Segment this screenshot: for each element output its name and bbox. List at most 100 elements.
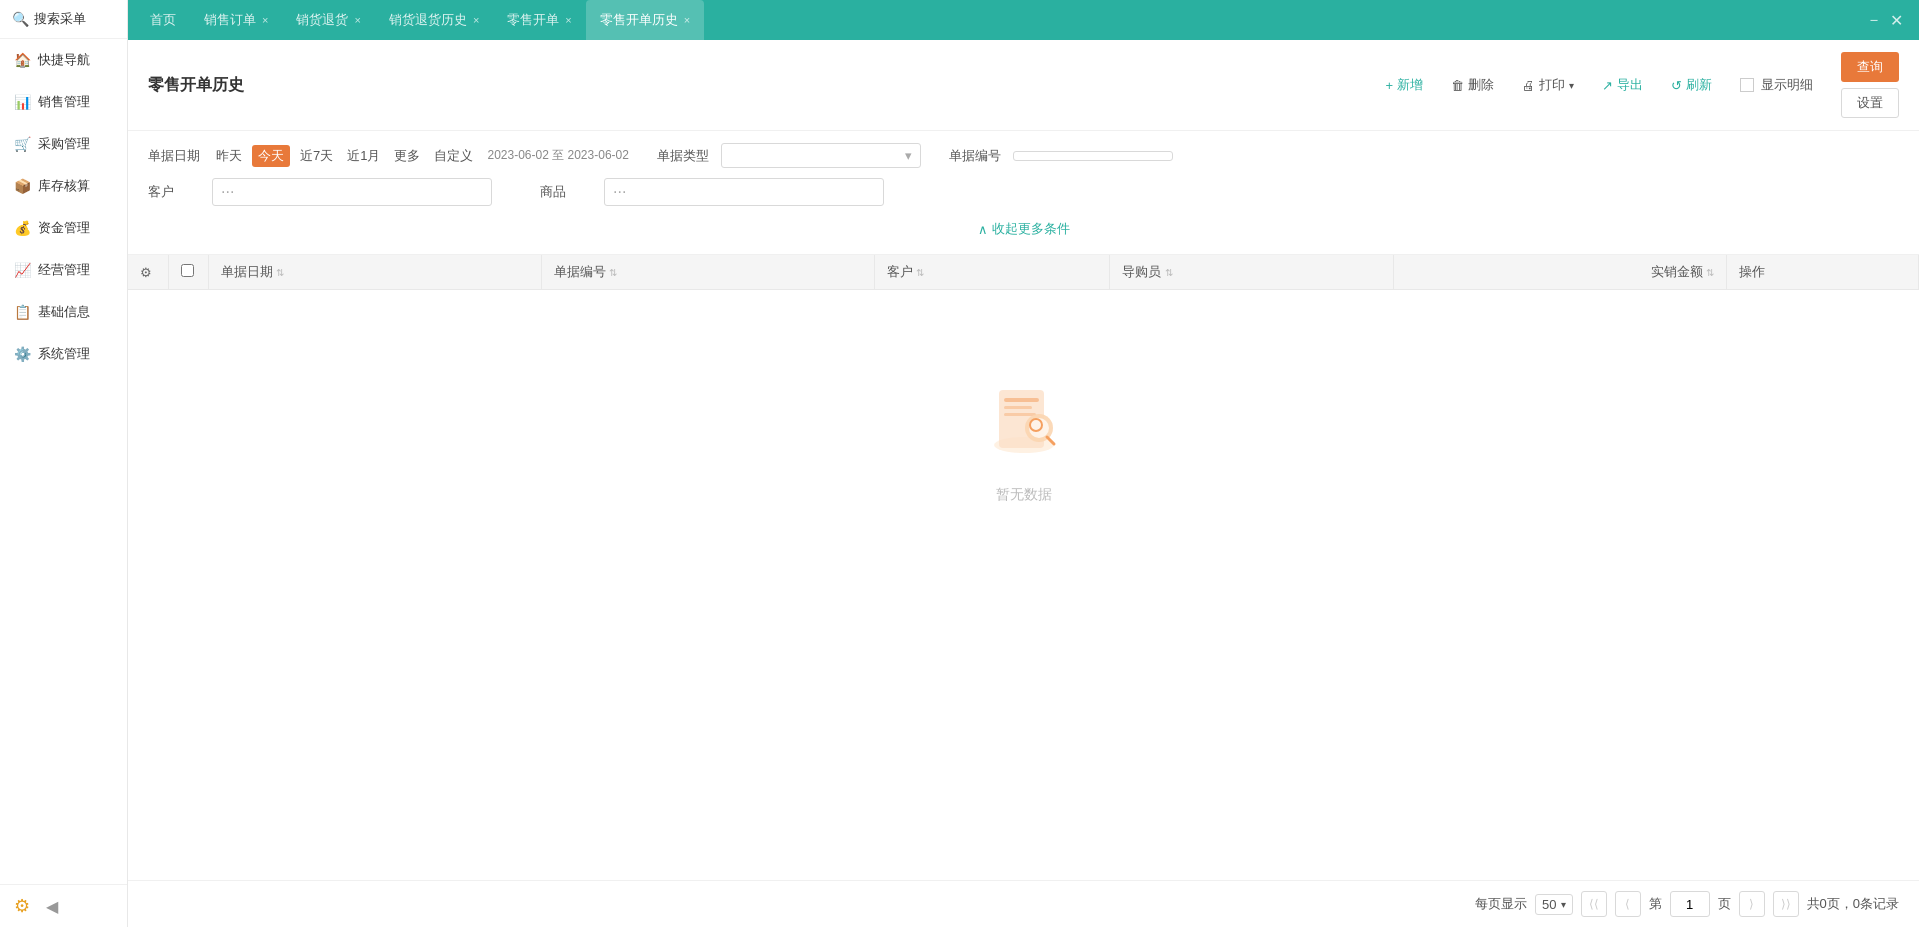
box-icon: 📦 [14, 178, 30, 194]
delete-label: 删除 [1468, 76, 1494, 94]
sidebar-item-inventory[interactable]: 📦 库存核算 [0, 165, 127, 207]
customer-sort-icon[interactable]: ⇅ [916, 267, 924, 278]
home-icon: 🏠 [14, 52, 30, 68]
display-label: 显示明细 [1761, 76, 1813, 94]
date-opt-custom[interactable]: 自定义 [430, 145, 477, 167]
gear-icon: ⚙️ [14, 346, 30, 362]
date-range-display: 2023-06-02 至 2023-06-02 [487, 147, 628, 164]
th-operations: 操作 [1727, 255, 1919, 290]
settings-button[interactable]: 设置 [1841, 88, 1899, 118]
bill-no-input[interactable] [1013, 151, 1173, 161]
page-area: 零售开单历史 + 新增 🗑 删除 🖨 打印 ▾ ↗ 导出 [128, 40, 1919, 927]
sidebar-item-basic-info[interactable]: 📋 基础信息 [0, 291, 127, 333]
page-number-input[interactable] [1670, 891, 1710, 917]
pagination-bar: 每页显示 50 ▾ ⟨⟨ ⟨ 第 页 ⟩ ⟩⟩ 共0页，0条记录 [128, 880, 1919, 927]
goods-input[interactable]: ··· [604, 178, 884, 206]
sidebar-item-label: 采购管理 [38, 135, 90, 153]
add-button[interactable]: + 新增 [1377, 72, 1431, 98]
tab-sales-order[interactable]: 销售订单 × [190, 0, 282, 40]
sidebar-search[interactable]: 🔍 搜索采单 [0, 0, 127, 39]
filter-row-1: 单据日期 昨天 今天 近7天 近1月 更多 自定义 2023-06-02 至 2… [148, 143, 1899, 168]
data-table: ⚙ 单据日期 ⇅ 单据编号 ⇅ [128, 255, 1919, 290]
collapse-bar[interactable]: ∧ 收起更多条件 [148, 216, 1899, 242]
sidebar-item-finance-mgmt[interactable]: 💰 资金管理 [0, 207, 127, 249]
sidebar-item-label: 基础信息 [38, 303, 90, 321]
sidebar-footer: ⚙ ◀ [0, 884, 127, 927]
th-amount-label: 实销金额 [1651, 264, 1703, 279]
minimize-icon[interactable]: － [1866, 10, 1882, 31]
tab-retail-history-close[interactable]: × [684, 14, 690, 26]
table-wrapper: ⚙ 单据日期 ⇅ 单据编号 ⇅ [128, 255, 1919, 880]
settings-footer-icon[interactable]: ⚙ [14, 895, 30, 917]
tab-sales-return-close[interactable]: × [354, 14, 360, 26]
th-salesperson: 导购员 ⇅ [1110, 255, 1394, 290]
date-sort-icon[interactable]: ⇅ [276, 267, 284, 278]
customer-input[interactable]: ··· [212, 178, 492, 206]
filter-area: 单据日期 昨天 今天 近7天 近1月 更多 自定义 2023-06-02 至 2… [128, 131, 1919, 255]
delete-icon: 🗑 [1451, 78, 1464, 93]
prev-page-button[interactable]: ⟨ [1615, 891, 1641, 917]
page-label-after: 页 [1718, 895, 1731, 913]
th-settings: ⚙ [128, 255, 168, 290]
filter-row-2: 客户 ··· 商品 ··· [148, 178, 1899, 206]
date-opt-more[interactable]: 更多 [390, 145, 424, 167]
export-button[interactable]: ↗ 导出 [1594, 72, 1651, 98]
th-salesperson-label: 导购员 [1122, 264, 1161, 279]
svg-rect-4 [1004, 413, 1036, 416]
bill-no-sort-icon[interactable]: ⇅ [609, 267, 617, 278]
refresh-icon: ↺ [1671, 78, 1682, 93]
sidebar-item-system-mgmt[interactable]: ⚙️ 系统管理 [0, 333, 127, 375]
bill-type-select[interactable]: ▾ [721, 143, 921, 168]
tab-retail-open-close[interactable]: × [565, 14, 571, 26]
date-opt-1month[interactable]: 近1月 [343, 145, 384, 167]
delete-button[interactable]: 🗑 删除 [1443, 72, 1502, 98]
date-opt-7days[interactable]: 近7天 [296, 145, 337, 167]
print-button[interactable]: 🖨 打印 ▾ [1514, 72, 1582, 98]
tab-bar-controls: － ✕ [1866, 10, 1911, 31]
sidebar: 🔍 搜索采单 🏠 快捷导航 📊 销售管理 🛒 采购管理 📦 库存核算 💰 资金管… [0, 0, 128, 927]
select-all-checkbox[interactable] [181, 264, 194, 277]
sidebar-item-quick-nav[interactable]: 🏠 快捷导航 [0, 39, 127, 81]
goods-filter-label: 商品 [540, 183, 596, 201]
th-bill-no-label: 单据编号 [554, 264, 606, 279]
tab-sales-return-history[interactable]: 销货退货历史 × [375, 0, 493, 40]
sidebar-item-label: 销售管理 [38, 93, 90, 111]
cart-icon: 🛒 [14, 136, 30, 152]
date-opt-yesterday[interactable]: 昨天 [212, 145, 246, 167]
sidebar-item-label: 系统管理 [38, 345, 90, 363]
query-button[interactable]: 查询 [1841, 52, 1899, 82]
last-page-button[interactable]: ⟩⟩ [1773, 891, 1799, 917]
print-label: 打印 [1539, 76, 1565, 94]
th-amount: 实销金额 ⇅ [1394, 255, 1727, 290]
date-opt-today[interactable]: 今天 [252, 145, 290, 167]
first-page-button[interactable]: ⟨⟨ [1581, 891, 1607, 917]
display-checkbox[interactable] [1740, 78, 1754, 92]
bill-type-label: 单据类型 [657, 147, 713, 165]
toolbar: + 新增 🗑 删除 🖨 打印 ▾ ↗ 导出 ↺ 刷新 [1377, 52, 1899, 118]
tab-sales-return-label: 销货退货 [296, 11, 348, 29]
refresh-button[interactable]: ↺ 刷新 [1663, 72, 1720, 98]
tab-sales-return-history-close[interactable]: × [473, 14, 479, 26]
collapse-sidebar-icon[interactable]: ◀ [46, 897, 58, 916]
tab-sales-order-close[interactable]: × [262, 14, 268, 26]
add-icon: + [1385, 78, 1393, 93]
tab-sales-return[interactable]: 销货退货 × [282, 0, 374, 40]
page-size-select[interactable]: 50 ▾ [1535, 894, 1572, 915]
tab-retail-open[interactable]: 零售开单 × [493, 0, 585, 40]
tab-home[interactable]: 首页 [136, 0, 190, 40]
date-options: 昨天 今天 近7天 近1月 更多 自定义 2023-06-02 至 2023-0… [212, 145, 629, 167]
tab-retail-history[interactable]: 零售开单历史 × [586, 0, 704, 40]
empty-icon [974, 370, 1074, 470]
display-detail-button[interactable]: 显示明细 [1732, 72, 1821, 98]
th-bill-no: 单据编号 ⇅ [541, 255, 874, 290]
next-page-button[interactable]: ⟩ [1739, 891, 1765, 917]
table-settings-icon[interactable]: ⚙ [140, 265, 152, 280]
close-window-icon[interactable]: ✕ [1890, 11, 1903, 30]
sidebar-item-sales-mgmt[interactable]: 📊 销售管理 [0, 81, 127, 123]
bill-no-label: 单据编号 [949, 147, 1005, 165]
empty-text: 暂无数据 [996, 486, 1052, 504]
salesperson-sort-icon[interactable]: ⇅ [1165, 267, 1173, 278]
sidebar-item-purchase-mgmt[interactable]: 🛒 采购管理 [0, 123, 127, 165]
sidebar-item-business-mgmt[interactable]: 📈 经营管理 [0, 249, 127, 291]
amount-sort-icon[interactable]: ⇅ [1706, 267, 1714, 278]
